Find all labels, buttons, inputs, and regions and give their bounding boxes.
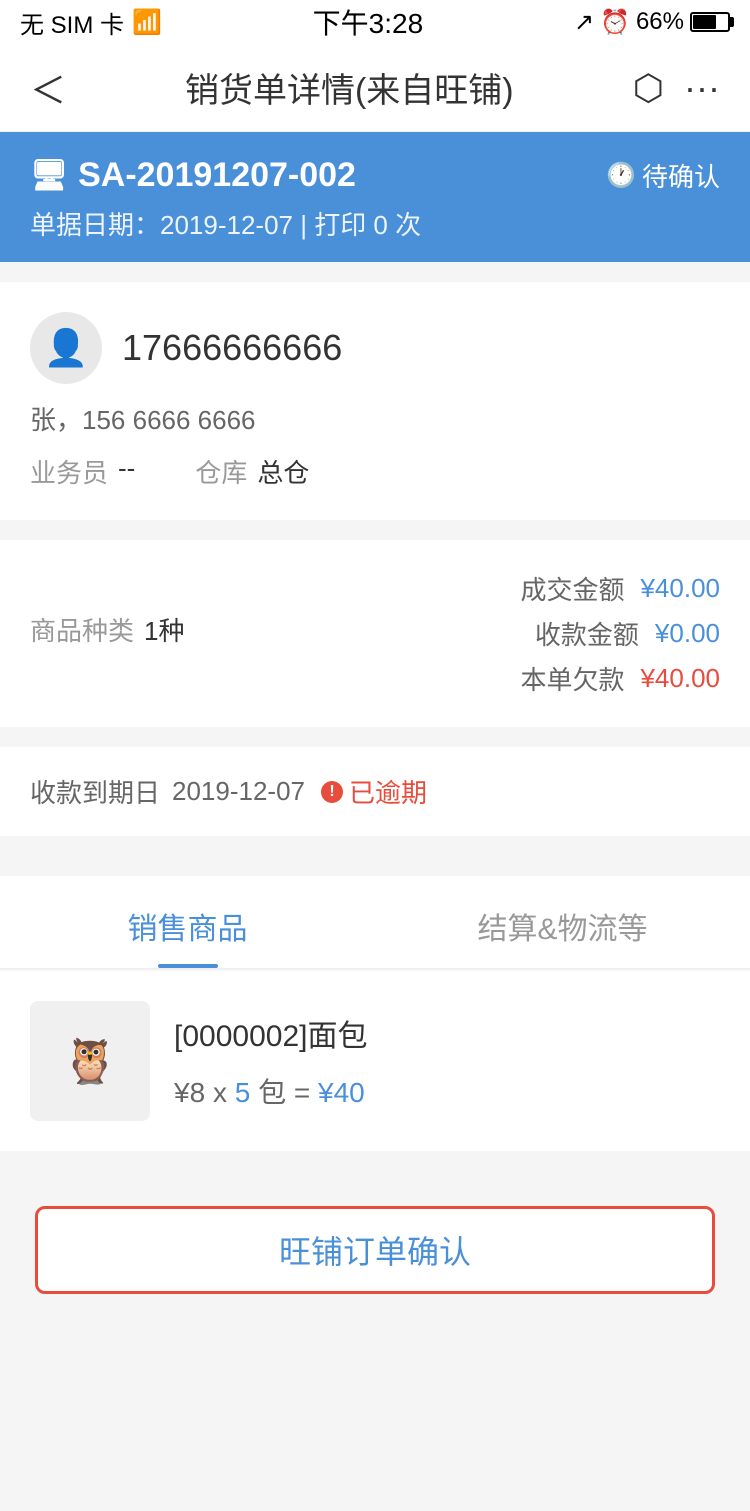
tab-sales-products[interactable]: 销售商品 xyxy=(0,876,375,968)
price-unit: 包 xyxy=(258,1077,286,1108)
page-title: 销货单详情(来自旺铺) xyxy=(185,63,514,112)
amount-details: 成交金额 ¥40.00 收款金额 ¥0.00 本单欠款 ¥40.00 xyxy=(520,570,720,697)
product-name: [0000002]面包 xyxy=(174,1011,720,1055)
tab-bar: 销售商品 结算&物流等 xyxy=(0,876,750,969)
overdue-badge: ! 已逾期 xyxy=(321,773,427,810)
battery-icon xyxy=(690,12,730,32)
tab-settlement[interactable]: 结算&物流等 xyxy=(375,876,750,968)
status-bar: 无 SIM 卡 📶 下午3:28 ↗ ⏰ 66% xyxy=(0,0,750,44)
debt-amount-value: ¥40.00 xyxy=(640,663,720,694)
customer-phone: 17666666666 xyxy=(122,327,342,369)
product-price-formula: ¥8 x 5 包 = ¥40 xyxy=(174,1071,720,1111)
clock-icon: 🕐 xyxy=(606,161,636,190)
battery-text: 66% xyxy=(636,8,684,36)
location-icon: ↗ xyxy=(574,8,594,37)
confirm-order-button[interactable]: 旺铺订单确认 xyxy=(35,1206,715,1294)
due-date-label: 收款到期日 xyxy=(30,773,160,810)
status-time: 下午3:28 xyxy=(313,2,424,42)
product-info: [0000002]面包 ¥8 x 5 包 = ¥40 xyxy=(174,1011,720,1111)
nav-actions: ⬡ ··· xyxy=(633,67,720,109)
debt-amount-label: 本单欠款 xyxy=(520,660,624,697)
alarm-icon: ⏰ xyxy=(600,8,630,37)
overdue-text: 已逾期 xyxy=(349,773,427,810)
divider-1 xyxy=(0,520,750,540)
status-left: 无 SIM 卡 📶 xyxy=(20,5,162,40)
order-meta: 单据日期：2019-12-07 | 打印 0 次 xyxy=(30,205,720,242)
order-id-text: SA-20191207-002 xyxy=(78,156,356,195)
order-icon: 🖥 xyxy=(30,158,68,193)
avatar-icon: 👤 xyxy=(44,327,89,369)
due-date-value: 2019-12-07 xyxy=(172,776,305,807)
salesperson-value: -- xyxy=(118,453,135,490)
product-type-value: 1种 xyxy=(144,611,184,648)
salesperson-label: 业务员 xyxy=(30,453,108,490)
product-code: [0000002] xyxy=(174,1020,307,1053)
price-amount: ¥8 xyxy=(174,1077,205,1108)
receipt-amount-value: ¥0.00 xyxy=(655,618,720,649)
carrier-text: 无 SIM 卡 xyxy=(20,5,124,40)
price-equals: = xyxy=(294,1077,318,1108)
customer-meta: 业务员 -- 仓库 总仓 xyxy=(30,453,720,490)
receipt-amount-label: 收款金额 xyxy=(535,615,639,652)
order-status-text: 待确认 xyxy=(642,157,720,194)
more-icon[interactable]: ··· xyxy=(684,67,720,109)
amount-card: 商品种类 1种 成交金额 ¥40.00 收款金额 ¥0.00 本单欠款 ¥40.… xyxy=(0,540,750,727)
customer-name: 张，156 6666 6666 xyxy=(30,400,720,437)
warehouse-label: 仓库 xyxy=(195,453,247,490)
price-total: ¥40 xyxy=(318,1077,365,1108)
product-title: 面包 xyxy=(307,1020,367,1053)
deal-amount-value: ¥40.00 xyxy=(640,573,720,604)
status-right: ↗ ⏰ 66% xyxy=(574,8,730,37)
product-type-label: 商品种类 xyxy=(30,611,134,648)
order-status: 🕐 待确认 xyxy=(606,157,720,194)
warehouse-value: 总仓 xyxy=(257,453,309,490)
tab-sales-products-label: 销售商品 xyxy=(128,913,248,946)
confirm-btn-wrapper: 旺铺订单确认 xyxy=(35,1206,715,1294)
product-image: 🦉 xyxy=(30,1001,150,1121)
price-multiply: x xyxy=(213,1077,235,1108)
overdue-icon: ! xyxy=(321,781,343,803)
order-header: 🖥 SA-20191207-002 🕐 待确认 单据日期：2019-12-07 … xyxy=(0,132,750,262)
divider-2 xyxy=(0,836,750,856)
avatar: 👤 xyxy=(30,312,102,384)
table-row: 🦉 [0000002]面包 ¥8 x 5 包 = ¥40 xyxy=(0,971,750,1151)
price-qty: 5 xyxy=(235,1077,251,1108)
wifi-icon: 📶 xyxy=(132,8,162,37)
due-date-card: 收款到期日 2019-12-07 ! 已逾期 xyxy=(0,747,750,836)
product-logo-icon: 🦉 xyxy=(63,1035,118,1087)
customer-card: 👤 17666666666 张，156 6666 6666 业务员 -- 仓库 … xyxy=(0,282,750,520)
order-id: 🖥 SA-20191207-002 xyxy=(30,156,356,195)
deal-amount-label: 成交金额 xyxy=(520,570,624,607)
share-icon[interactable]: ⬡ xyxy=(633,67,664,109)
tab-settlement-label: 结算&物流等 xyxy=(477,913,647,946)
nav-bar: ＜ 销货单详情(来自旺铺) ⬡ ··· xyxy=(0,44,750,132)
back-button[interactable]: ＜ xyxy=(30,62,66,114)
product-list: 🦉 [0000002]面包 ¥8 x 5 包 = ¥40 xyxy=(0,971,750,1151)
